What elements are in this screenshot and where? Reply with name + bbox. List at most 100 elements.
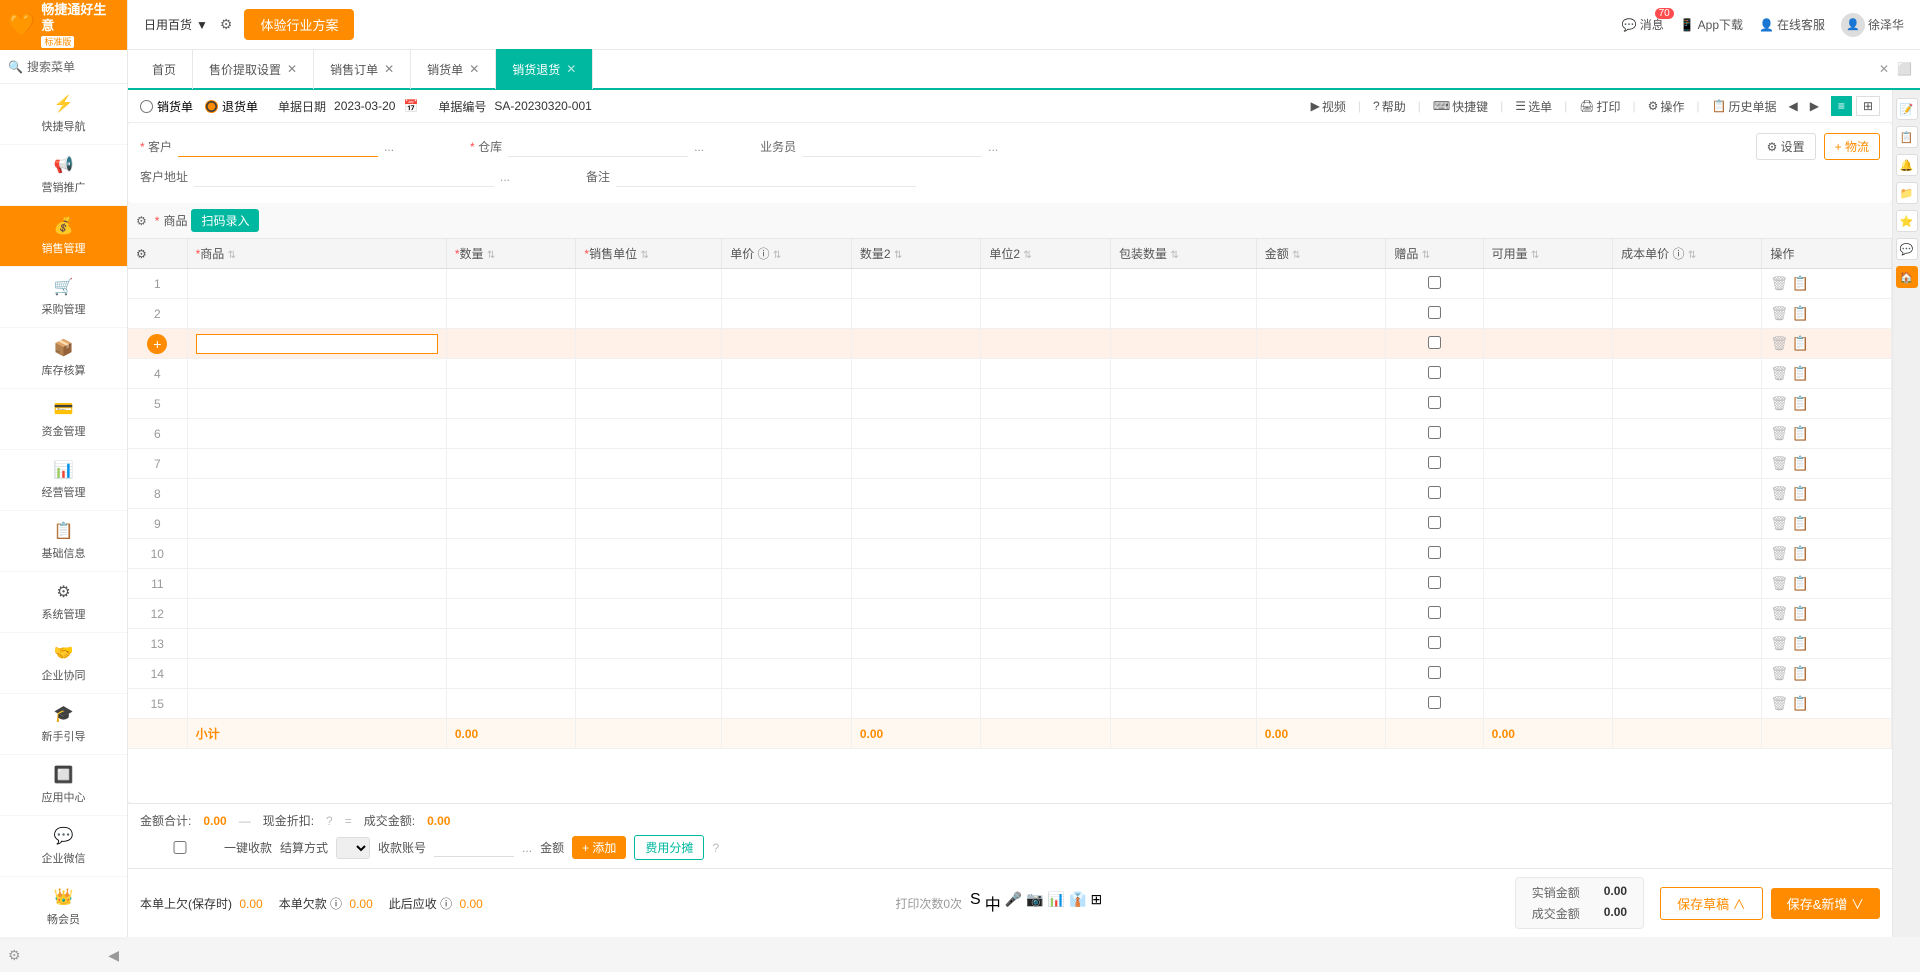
unit2-cell[interactable] (981, 359, 1111, 389)
gift-cell[interactable] (1386, 509, 1483, 539)
sidebar-item-quicknav[interactable]: ⚡ 快捷导航 (0, 84, 127, 145)
cost-price-cell[interactable] (1613, 659, 1762, 689)
copy-icon[interactable]: 📋 (1791, 515, 1808, 531)
unit-cell[interactable] (576, 449, 722, 479)
amount-cell[interactable] (1256, 389, 1386, 419)
qty-cell[interactable] (446, 329, 576, 359)
warehouse-input[interactable]: 总仓 (508, 136, 688, 157)
sidebar-item-purchase[interactable]: 🛒 采购管理 (0, 267, 127, 328)
copy-icon[interactable]: 📋 (1791, 575, 1808, 591)
amount-cell[interactable] (1256, 599, 1386, 629)
qty-cell[interactable] (446, 419, 576, 449)
sidebar-item-marketing[interactable]: 📢 营销推广 (0, 145, 127, 206)
history-link[interactable]: 📋 历史单据 (1711, 98, 1776, 115)
available-cell[interactable] (1483, 539, 1613, 569)
qty-cell[interactable] (446, 269, 576, 299)
sidebar-item-basics[interactable]: 📋 基础信息 (0, 511, 127, 572)
price-cell[interactable] (722, 659, 852, 689)
product-cell[interactable] (187, 599, 446, 629)
pack-qty-cell[interactable] (1111, 659, 1257, 689)
gift-cell[interactable] (1386, 569, 1483, 599)
cost-price-cell[interactable] (1613, 599, 1762, 629)
gift-cell[interactable] (1386, 599, 1483, 629)
price-cell[interactable] (722, 509, 852, 539)
unit-cell[interactable] (576, 629, 722, 659)
note-input[interactable] (616, 166, 916, 187)
pack-qty-cell[interactable] (1111, 389, 1257, 419)
price-cell[interactable] (722, 479, 852, 509)
qty-cell[interactable] (446, 629, 576, 659)
qty2-cell[interactable] (851, 479, 981, 509)
save-draft-btn[interactable]: 保存草稿 ∧ (1660, 887, 1763, 920)
address-picker-btn[interactable]: ... (500, 170, 510, 184)
sidebar-item-finance[interactable]: 💳 资金管理 (0, 389, 127, 450)
pack-qty-cell[interactable] (1111, 599, 1257, 629)
delete-icon[interactable]: 🗑 (1770, 635, 1788, 651)
app-download-btn[interactable]: 📱 App下载 (1680, 16, 1743, 33)
gift-cell[interactable] (1386, 659, 1483, 689)
available-cell[interactable] (1483, 329, 1613, 359)
available-cell[interactable] (1483, 629, 1613, 659)
price-cell[interactable] (722, 389, 852, 419)
unit2-cell[interactable] (981, 479, 1111, 509)
available-cell[interactable] (1483, 599, 1613, 629)
qty2-cell[interactable] (851, 449, 981, 479)
product-cell[interactable] (187, 269, 446, 299)
add-row-btn[interactable]: + (147, 334, 167, 354)
qty2-cell[interactable] (851, 419, 981, 449)
cost-price-cell[interactable] (1613, 569, 1762, 599)
product-cell[interactable] (187, 569, 446, 599)
print-link[interactable]: 🖨 打印 (1579, 98, 1620, 115)
unit2-cell[interactable] (981, 449, 1111, 479)
payment-method-select[interactable] (336, 837, 370, 859)
gift-cell[interactable] (1386, 479, 1483, 509)
available-cell[interactable] (1483, 659, 1613, 689)
cost-price-cell[interactable] (1613, 359, 1762, 389)
unit2-cell[interactable] (981, 629, 1111, 659)
qty-cell[interactable] (446, 569, 576, 599)
delete-icon[interactable]: 🗑 (1770, 455, 1788, 471)
qty2-cell[interactable] (851, 509, 981, 539)
right-btn-home[interactable]: 🏠 (1896, 266, 1918, 288)
qty2-cell[interactable] (851, 359, 981, 389)
sidebar-item-appcenter[interactable]: 🔲 应用中心 (0, 755, 127, 816)
daily-goods-selector[interactable]: 日用百货 ▼ (144, 16, 208, 33)
address-input[interactable] (194, 166, 494, 187)
unit-cell[interactable] (576, 539, 722, 569)
split-btn[interactable]: 费用分摊 (634, 835, 704, 860)
available-cell[interactable] (1483, 479, 1613, 509)
unit-cell[interactable] (576, 299, 722, 329)
qty2-cell[interactable] (851, 629, 981, 659)
product-cell[interactable] (187, 509, 446, 539)
tab-sales-return[interactable]: 销货退货 ✕ (496, 49, 593, 89)
qty2-cell[interactable] (851, 569, 981, 599)
price-cell[interactable] (722, 329, 852, 359)
pack-qty-cell[interactable] (1111, 359, 1257, 389)
unit-cell[interactable] (576, 599, 722, 629)
unit2-cell[interactable] (981, 659, 1111, 689)
available-cell[interactable] (1483, 509, 1613, 539)
product-cell[interactable] (187, 449, 446, 479)
price-cell[interactable] (722, 269, 852, 299)
tab-sales[interactable]: 销货单 ✕ (411, 49, 496, 89)
add-payment-btn[interactable]: + 添加 (572, 836, 626, 859)
price-cell[interactable] (722, 629, 852, 659)
copy-icon[interactable]: 📋 (1791, 635, 1808, 651)
cost-price-cell[interactable] (1613, 269, 1762, 299)
product-cell[interactable] (187, 659, 446, 689)
cost-price-cell[interactable] (1613, 299, 1762, 329)
pack-qty-cell[interactable] (1111, 299, 1257, 329)
qty2-cell[interactable] (851, 389, 981, 419)
cost-price-cell[interactable] (1613, 539, 1762, 569)
gift-cell[interactable] (1386, 449, 1483, 479)
table-settings-icon[interactable]: ⚙ (136, 214, 147, 228)
unit2-cell[interactable] (981, 539, 1111, 569)
sidebar-collapse-btn[interactable]: ◀ (108, 947, 119, 964)
price-cell[interactable] (722, 359, 852, 389)
product-cell[interactable] (187, 389, 446, 419)
unit2-cell[interactable] (981, 569, 1111, 599)
split-help-icon[interactable]: ? (712, 841, 719, 855)
qty-cell[interactable] (446, 359, 576, 389)
delete-icon[interactable]: 🗑 (1770, 605, 1788, 621)
available-cell[interactable] (1483, 419, 1613, 449)
